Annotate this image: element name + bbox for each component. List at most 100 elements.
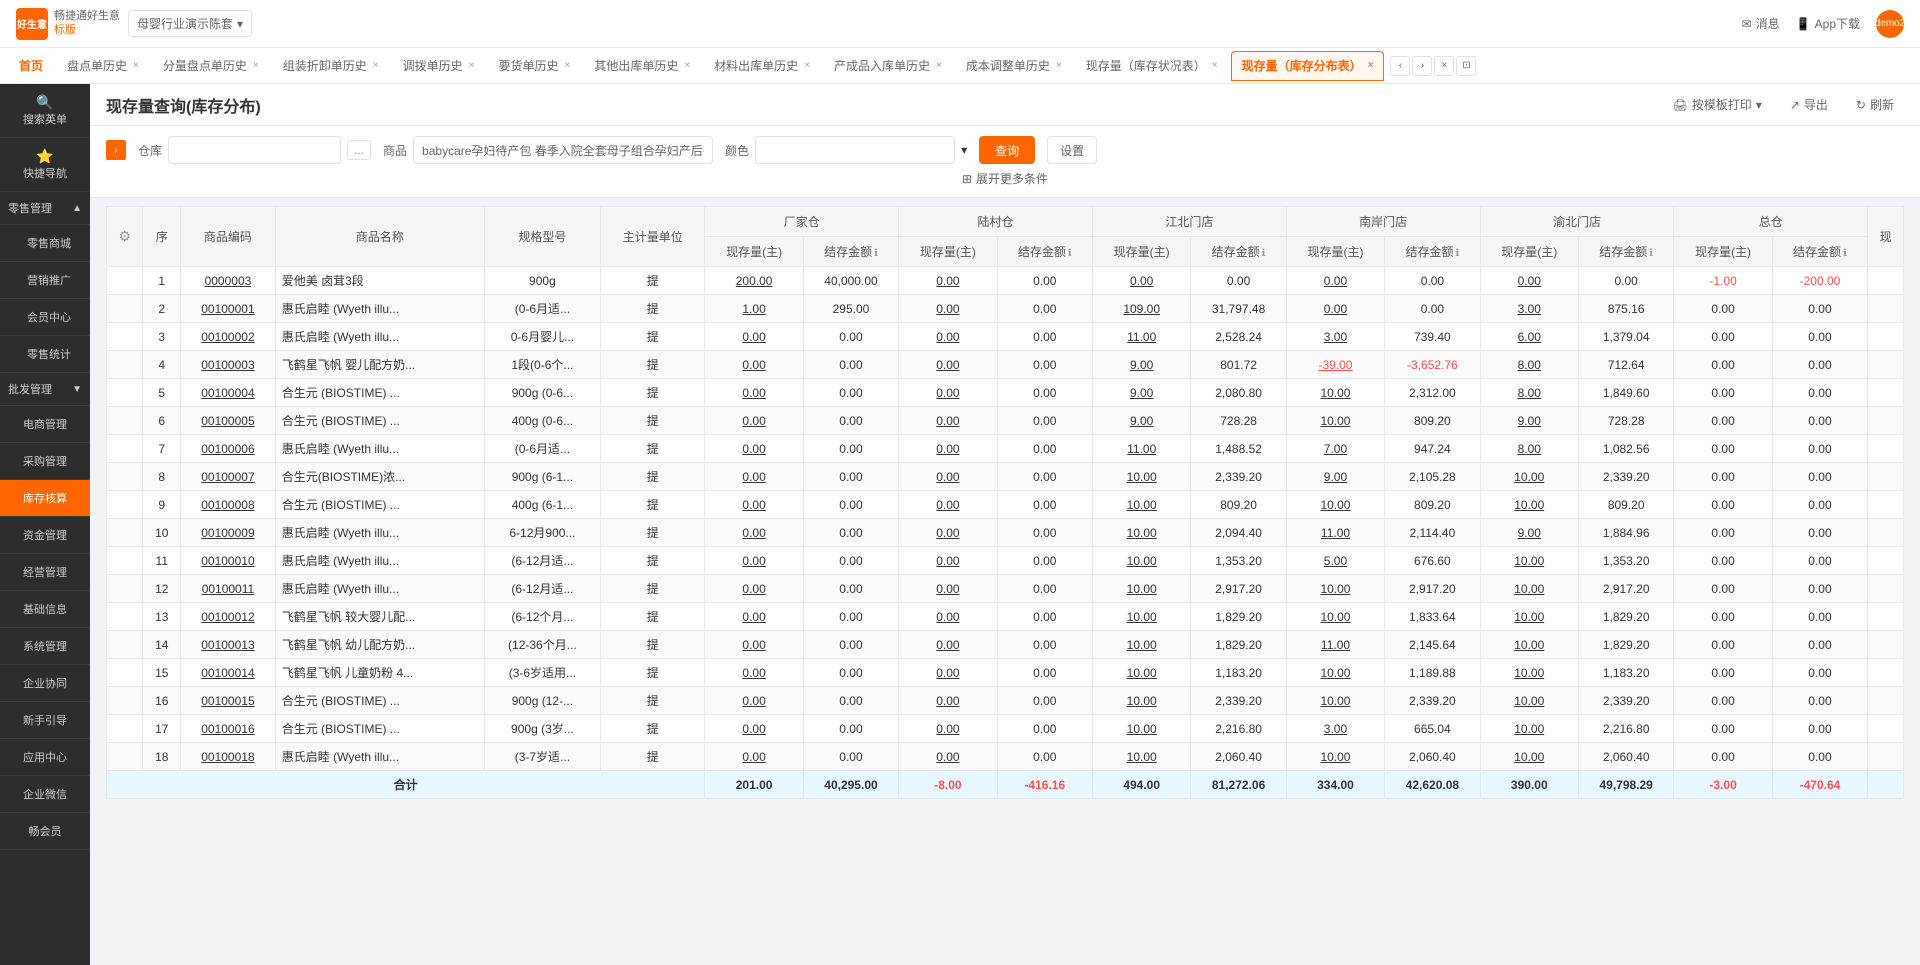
sidebar-item-marketing[interactable]: 营销推广 xyxy=(0,262,90,299)
tab-5[interactable]: 要货单历史 × xyxy=(487,51,581,81)
row-namd-qty: 10.00 xyxy=(1286,407,1384,435)
close-icon[interactable]: × xyxy=(1212,60,1218,71)
warehouse-input[interactable] xyxy=(168,136,341,164)
export-btn[interactable]: ↗ 导出 xyxy=(1780,92,1838,117)
sidebar-item-member2[interactable]: 畅会员 xyxy=(0,813,90,850)
row-current xyxy=(1868,603,1904,631)
industry-selector[interactable]: 母婴行业演示陈套 ▾ xyxy=(128,10,252,37)
row-jbmd-amt: 1,183.20 xyxy=(1191,659,1286,687)
tab-10[interactable]: 现存量（库存状况表） × xyxy=(1075,51,1229,81)
row-cgc-amt: 0.00 xyxy=(803,407,898,435)
tab-3[interactable]: 组装折卸单历史 × xyxy=(272,51,390,81)
gear-icon[interactable]: ⚙ xyxy=(118,228,131,244)
close-icon[interactable]: × xyxy=(1056,60,1062,71)
tab-7[interactable]: 材料出库单历史 × xyxy=(703,51,821,81)
chevron-down-icon: ▾ xyxy=(1756,98,1762,112)
row-current xyxy=(1868,743,1904,771)
close-icon[interactable]: × xyxy=(133,60,139,71)
row-spec: 900g xyxy=(484,267,601,295)
row-jbmd-amt: 1,829.20 xyxy=(1191,631,1286,659)
row-current xyxy=(1868,351,1904,379)
row-lcc-amt: 0.00 xyxy=(997,687,1092,715)
nav-prev[interactable]: ‹ xyxy=(1390,56,1410,76)
close-icon[interactable]: × xyxy=(804,60,810,71)
close-icon[interactable]: × xyxy=(373,60,379,71)
row-select xyxy=(107,407,143,435)
sidebar-item-inventory[interactable]: 库存核算 xyxy=(0,480,90,517)
row-total-qty: 0.00 xyxy=(1674,743,1772,771)
sidebar-item-appstore[interactable]: 应用中心 xyxy=(0,739,90,776)
avatar[interactable]: demo2 xyxy=(1876,10,1904,38)
row-namd-amt: 665.04 xyxy=(1385,715,1480,743)
row-lcc-qty: 0.00 xyxy=(899,547,997,575)
sidebar-item-search[interactable]: 🔍 搜索英单 xyxy=(0,84,90,138)
tab-6[interactable]: 其他出库单历史 × xyxy=(583,51,701,81)
print-btn[interactable]: 🖨 按模板打印 ▾ xyxy=(1663,92,1772,117)
row-cgc-qty: 0.00 xyxy=(705,463,803,491)
tab-4[interactable]: 调拨单历史 × xyxy=(392,51,486,81)
row-namd-qty: 10.00 xyxy=(1286,743,1384,771)
nav-next[interactable]: › xyxy=(1412,56,1432,76)
sidebar-item-system[interactable]: 系统管理 xyxy=(0,628,90,665)
row-jbmd-amt: 2,094.40 xyxy=(1191,519,1286,547)
row-spec: (6-12个月... xyxy=(484,603,601,631)
sidebar-item-guide[interactable]: 新手引导 xyxy=(0,702,90,739)
row-ybmd-qty: 0.00 xyxy=(1480,267,1578,295)
sidebar-item-nav[interactable]: ⭐ 快捷导航 xyxy=(0,138,90,192)
row-total-amt: 0.00 xyxy=(1772,743,1867,771)
row-total-qty: 0.00 xyxy=(1674,659,1772,687)
tab-home[interactable]: 首页 xyxy=(8,51,54,81)
row-unit: 提 xyxy=(601,295,705,323)
row-cgc-amt: 0.00 xyxy=(803,743,898,771)
close-icon[interactable]: × xyxy=(253,60,259,71)
close-icon[interactable]: × xyxy=(936,60,942,71)
row-name: 惠氏启睦 (Wyeth illu... xyxy=(275,295,484,323)
jbmd-qty-header: 现存量(主) xyxy=(1092,237,1190,267)
sidebar-item-wechat[interactable]: 企业微信 xyxy=(0,776,90,813)
row-select xyxy=(107,687,143,715)
close-icon[interactable]: × xyxy=(469,60,475,71)
close-icon[interactable]: × xyxy=(1368,60,1374,71)
nav-expand[interactable]: ⊡ xyxy=(1456,56,1476,76)
tab-11[interactable]: 现存量（库存分布表） × xyxy=(1231,51,1385,81)
table-row: 9 00100008 合生元 (BIOSTIME) ... 400g (6-1.… xyxy=(107,491,1904,519)
message-btn[interactable]: ✉ 消息 xyxy=(1742,15,1780,32)
sidebar-item-operation[interactable]: 经营管理 xyxy=(0,554,90,591)
row-no: 8 xyxy=(143,463,181,491)
close-icon[interactable]: × xyxy=(684,60,690,71)
color-input[interactable] xyxy=(755,136,955,164)
sidebar-item-wholesale[interactable]: 批发管理 ▼ xyxy=(0,373,90,406)
sidebar-item-member[interactable]: 会员中心 xyxy=(0,299,90,336)
table-row: 13 00100012 飞鹤星飞帆 较大婴儿配... (6-12个月... 提 … xyxy=(107,603,1904,631)
close-icon[interactable]: × xyxy=(564,60,570,71)
sidebar-item-enterprise[interactable]: 企业协同 xyxy=(0,665,90,702)
tab-1[interactable]: 盘点单历史 × xyxy=(56,51,150,81)
sidebar-item-retail-mgmt[interactable]: 零售管理 ▲ xyxy=(0,192,90,225)
app-download-btn[interactable]: 📱 App下载 xyxy=(1796,15,1860,32)
sidebar-item-retail-mall[interactable]: 零售商城 xyxy=(0,225,90,262)
sidebar-item-ecommerce[interactable]: 电商管理 xyxy=(0,406,90,443)
row-jbmd-amt: 2,080.80 xyxy=(1191,379,1286,407)
tab-9[interactable]: 成本调整单历史 × xyxy=(955,51,1073,81)
row-name: 惠氏启睦 (Wyeth illu... xyxy=(275,323,484,351)
top-bar-right: ✉ 消息 📱 App下载 demo2 xyxy=(1742,10,1904,38)
ellipsis-btn[interactable]: ... xyxy=(347,140,371,160)
lcc-qty-header: 现存量(主) xyxy=(899,237,997,267)
tab-8[interactable]: 产成品入库单历史 × xyxy=(823,51,953,81)
row-no: 9 xyxy=(143,491,181,519)
settings-btn[interactable]: 设置 xyxy=(1047,136,1097,164)
query-btn[interactable]: 查询 xyxy=(979,136,1035,164)
sidebar-item-retail-stats[interactable]: 零售统计 xyxy=(0,336,90,373)
sidebar-item-basic[interactable]: 基础信息 xyxy=(0,591,90,628)
expand-conditions-btn[interactable]: ⊞ 展开更多条件 xyxy=(106,170,1904,187)
product-input[interactable] xyxy=(413,136,713,164)
tab-2[interactable]: 分量盘点单历史 × xyxy=(152,51,270,81)
sidebar-item-finance[interactable]: 资金管理 xyxy=(0,517,90,554)
row-current xyxy=(1868,323,1904,351)
sidebar-item-purchase[interactable]: 采购管理 xyxy=(0,443,90,480)
nav-close-all[interactable]: × xyxy=(1434,56,1454,76)
row-namd-qty: 3.00 xyxy=(1286,715,1384,743)
refresh-btn[interactable]: ↻ 刷新 xyxy=(1846,92,1904,117)
row-namd-qty: 0.00 xyxy=(1286,295,1384,323)
expand-orange-btn[interactable]: › xyxy=(106,140,126,160)
